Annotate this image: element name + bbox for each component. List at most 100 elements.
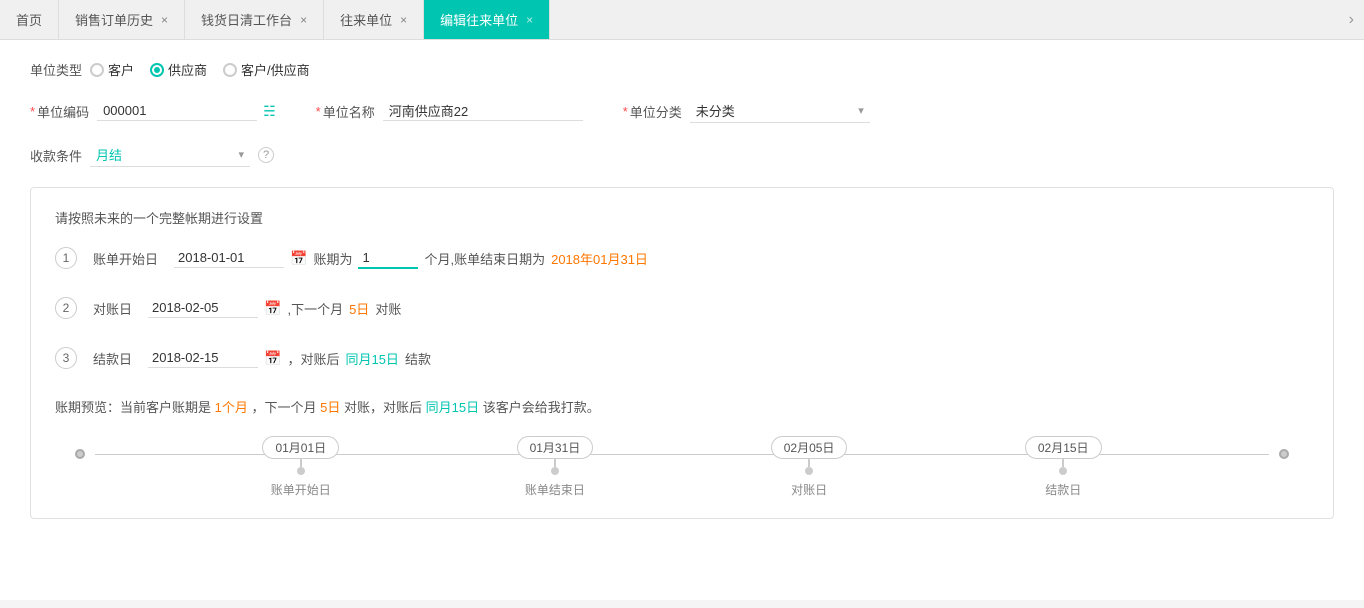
tab-home[interactable]: 首页	[0, 0, 59, 39]
unit-type-label: 单位类型	[30, 60, 82, 79]
radio-customer-circle	[90, 63, 104, 77]
step-suffix-1: 个月,账单结束日期为	[424, 249, 545, 268]
payment-terms-dropdown[interactable]: 月结 ▾	[90, 143, 250, 167]
unit-name-required: *	[316, 104, 321, 119]
radio-customer-supplier-label: 客户/供应商	[241, 60, 310, 79]
radio-customer-supplier-circle	[223, 63, 237, 77]
unit-type-radio-group: 客户 供应商 客户/供应商	[90, 60, 310, 79]
tab-sales-history-close[interactable]: ×	[161, 13, 168, 27]
timeline-dot-4	[1059, 467, 1067, 475]
step-date-input-2[interactable]	[148, 298, 258, 318]
radio-customer-label: 客户	[108, 60, 134, 79]
step-date-input-3[interactable]	[148, 348, 258, 368]
step-cal-icon-2[interactable]: 📅	[264, 300, 281, 317]
preview-part3: 同月15日	[426, 400, 479, 415]
step-mid-text-1: 账期为	[313, 249, 352, 268]
step-num-2: 2	[55, 297, 77, 319]
tab-sales-history[interactable]: 销售订单历史 ×	[59, 0, 185, 39]
timeline-connector-3	[808, 459, 810, 467]
section-title: 请按照未来的一个完整帐期进行设置	[55, 208, 1309, 227]
step-cal-icon-1[interactable]: 📅	[290, 250, 307, 267]
unit-code-label: 单位编码	[37, 102, 89, 121]
timeline-node-3: 02月05日 对账日	[771, 436, 848, 498]
unit-code-copy-icon[interactable]: ☵	[263, 103, 276, 120]
timeline-end-circle	[1279, 449, 1289, 459]
timeline-start-circle	[75, 449, 85, 459]
timeline-node-1: 01月01日 账单开始日	[262, 436, 339, 498]
radio-customer[interactable]: 客户	[90, 60, 134, 79]
tab-cash-work-label: 钱货日清工作台	[201, 10, 292, 29]
timeline-end-dot	[1279, 449, 1289, 459]
unit-category-required: *	[623, 104, 628, 119]
preview-part1: 1个月	[215, 400, 248, 415]
step-suffix-2: 对账	[375, 299, 401, 318]
tab-edit-partner-label: 编辑往来单位	[440, 10, 518, 29]
unit-name-input[interactable]	[383, 101, 583, 121]
timeline-container: 01月01日 账单开始日 01月31日 账单结束日 02月05日	[55, 436, 1309, 498]
timeline-node-4: 02月15日 结款日	[1025, 436, 1102, 498]
payment-terms-arrow-icon: ▾	[238, 148, 244, 161]
timeline-dot-2	[551, 467, 559, 475]
step-highlight-1: 2018年01月31日	[551, 249, 648, 268]
step-row-1: 1 账单开始日 📅 账期为 个月,账单结束日期为 2018年01月31日	[55, 247, 1309, 269]
unit-name-label: 单位名称	[323, 102, 375, 121]
timeline-connector-4	[1062, 459, 1064, 467]
radio-customer-supplier[interactable]: 客户/供应商	[223, 60, 310, 79]
timeline-label-2: 账单结束日	[525, 481, 585, 498]
preview-sep2: 对账，对账后	[344, 400, 422, 415]
tab-home-label: 首页	[16, 10, 42, 29]
preview-sep1: ，下一个月	[252, 400, 317, 415]
unit-code-group: * 单位编码 ☵	[30, 101, 276, 121]
preview-part2: 5日	[320, 400, 340, 415]
timeline-badge-2: 01月31日	[517, 436, 594, 459]
step-row-2: 2 对账日 📅 ,下一个月 5日 对账	[55, 297, 1309, 319]
preview-suffix: 该客户会给我打款。	[483, 400, 600, 415]
payment-terms-help-icon[interactable]: ?	[258, 147, 274, 163]
unit-category-select[interactable]: 未分类 ▾	[690, 99, 870, 123]
unit-category-arrow-icon: ▾	[858, 104, 864, 117]
tab-sales-history-label: 销售订单历史	[75, 10, 153, 29]
unit-name-group: * 单位名称	[316, 101, 583, 121]
preview-text: 账期预览：当前客户账期是 1个月 ，下一个月 5日 对账，对账后 同月15日 该…	[55, 397, 1309, 416]
step-label-3: 结款日	[93, 349, 132, 368]
unit-code-input[interactable]	[97, 101, 257, 121]
step-cal-icon-3[interactable]: 📅	[264, 350, 281, 367]
tab-more-button[interactable]: ›	[1339, 11, 1364, 29]
timeline-connector-2	[554, 459, 556, 467]
timeline-badge-1: 01月01日	[262, 436, 339, 459]
step-highlight-2: 5日	[349, 299, 369, 318]
radio-supplier[interactable]: 供应商	[150, 60, 207, 79]
timeline-badge-3: 02月05日	[771, 436, 848, 459]
timeline-label-1: 账单开始日	[271, 481, 331, 498]
step-suffix-3: 结款	[405, 349, 431, 368]
timeline-badge-4: 02月15日	[1025, 436, 1102, 459]
timeline-dot-1	[297, 467, 305, 475]
main-content: 单位类型 客户 供应商 客户/供应商 * 单位编码 ☵ * 单位名称	[0, 40, 1364, 600]
tab-cash-work-close[interactable]: ×	[300, 13, 307, 27]
unit-category-group: * 单位分类 未分类 ▾	[623, 99, 870, 123]
tab-partner-unit-close[interactable]: ×	[400, 13, 407, 27]
unit-type-row: 单位类型 客户 供应商 客户/供应商	[30, 60, 1334, 79]
timeline-dot-3	[805, 467, 813, 475]
step-row-3: 3 结款日 📅 ，对账后 同月15日 结款	[55, 347, 1309, 369]
unit-category-label: 单位分类	[630, 102, 682, 121]
preview-label: 账期预览：当前客户账期是	[55, 400, 211, 415]
step-num-3: 3	[55, 347, 77, 369]
timeline-label-4: 结款日	[1045, 481, 1081, 498]
timeline-nodes: 01月01日 账单开始日 01月31日 账单结束日 02月05日	[75, 436, 1289, 498]
step-period-input[interactable]	[358, 248, 418, 269]
tab-partner-unit-label: 往来单位	[340, 10, 392, 29]
timeline-node-2: 01月31日 账单结束日	[517, 436, 594, 498]
timeline-connector-1	[300, 459, 302, 467]
tab-edit-partner[interactable]: 编辑往来单位 ×	[424, 0, 550, 39]
step-mid-text-3: ，对账后	[287, 349, 339, 368]
unit-info-row: * 单位编码 ☵ * 单位名称 * 单位分类 未分类 ▾	[30, 99, 1334, 123]
unit-category-value: 未分类	[696, 101, 858, 120]
step-date-input-1[interactable]	[174, 248, 284, 268]
payment-terms-row: 收款条件 月结 ▾ ?	[30, 143, 1334, 167]
tab-partner-unit[interactable]: 往来单位 ×	[324, 0, 424, 39]
payment-terms-label: 收款条件	[30, 146, 82, 165]
tab-cash-work[interactable]: 钱货日清工作台 ×	[185, 0, 324, 39]
tab-edit-partner-close[interactable]: ×	[526, 13, 533, 27]
step-highlight-3: 同月15日	[345, 349, 398, 368]
